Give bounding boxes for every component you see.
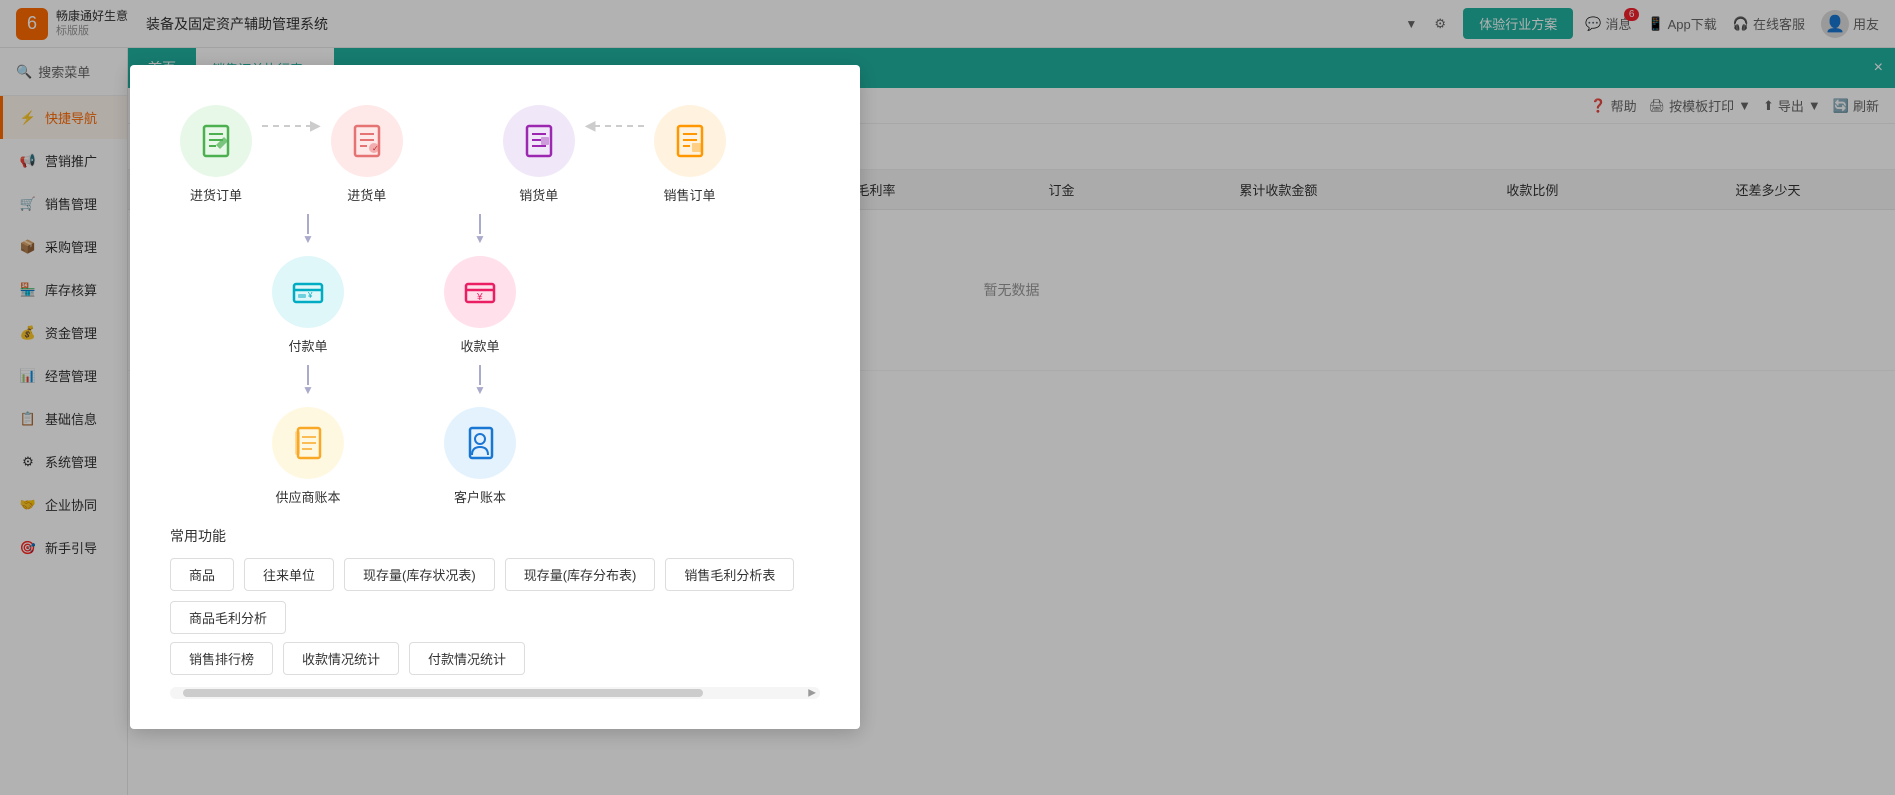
common-functions: 常用功能 商品 往来单位 现存量(库存状况表) 现存量(库存分布表) 销售毛利分… <box>170 526 820 675</box>
flow-row-3: 供应商账本 客户账本 <box>170 397 820 516</box>
arrow-down-payment: ▼ <box>262 214 354 246</box>
arrow-purchase-to-bill: ▶ <box>262 131 321 178</box>
purchase-bill-icon: ✓ <box>331 105 403 177</box>
func-btn-stock-status[interactable]: 现存量(库存状况表) <box>344 558 495 591</box>
overlay[interactable]: 进货订单 ▶ ✓ 进货单 <box>0 0 1895 795</box>
func-btn-sales-rank[interactable]: 销售排行榜 <box>170 642 273 675</box>
func-btn-stock-dist[interactable]: 现存量(库存分布表) <box>505 558 656 591</box>
flow-row-arrows: ▼ ▼ <box>170 214 820 246</box>
sale-bill-label: 销货单 <box>519 185 558 204</box>
arrow-down-customer: ▼ <box>434 365 526 397</box>
func-btn-counterpart[interactable]: 往来单位 <box>244 558 334 591</box>
payment-label: 付款单 <box>288 336 327 355</box>
scroll-right-arrow[interactable]: ▶ <box>808 688 816 699</box>
popup-scrollbar[interactable]: ▶ <box>170 687 820 699</box>
scrollbar-thumb <box>183 689 703 697</box>
flow-node-sale-order[interactable]: 销售订单 <box>644 95 736 214</box>
payment-icon: ¥ <box>272 256 344 328</box>
func-btn-product-margin[interactable]: 商品毛利分析 <box>170 601 286 634</box>
func-btn-receipt-stats[interactable]: 收款情况统计 <box>283 642 399 675</box>
func-btn-product[interactable]: 商品 <box>170 558 234 591</box>
flow-row-1: 进货订单 ▶ ✓ 进货单 <box>170 95 820 214</box>
svg-text:¥: ¥ <box>476 292 483 303</box>
arrow-down-receipt: ▼ <box>434 214 526 246</box>
purchase-order-icon <box>180 105 252 177</box>
customer-ledger-label: 客户账本 <box>454 487 506 506</box>
purchase-order-label: 进货订单 <box>190 185 242 204</box>
flow-node-sale-bill[interactable]: 销货单 <box>493 95 585 214</box>
supplier-ledger-label: 供应商账本 <box>275 487 340 506</box>
sale-order-label: 销售订单 <box>664 185 716 204</box>
flow-node-supplier-ledger[interactable]: 供应商账本 <box>262 397 354 516</box>
sale-order-icon <box>654 105 726 177</box>
arrow-sale-order-to-bill: ◀ <box>585 131 644 178</box>
receipt-label: 收款单 <box>460 336 499 355</box>
flow-node-purchase-bill[interactable]: ✓ 进货单 <box>321 95 413 214</box>
quick-nav-popup: 进货订单 ▶ ✓ 进货单 <box>130 65 860 729</box>
func-btns-row2: 销售排行榜 收款情况统计 付款情况统计 <box>170 642 820 675</box>
flow-node-purchase-order[interactable]: 进货订单 <box>170 95 262 214</box>
flow-row-2: ¥ 付款单 ¥ 收款单 <box>170 246 820 365</box>
arrow-down-supplier: ▼ <box>262 365 354 397</box>
svg-text:✓: ✓ <box>372 144 379 153</box>
sale-bill-icon <box>503 105 575 177</box>
flow-node-customer-ledger[interactable]: 客户账本 <box>434 397 526 516</box>
common-func-title: 常用功能 <box>170 526 820 546</box>
supplier-ledger-icon <box>272 407 344 479</box>
flow-diagram: 进货订单 ▶ ✓ 进货单 <box>170 95 820 516</box>
purchase-bill-label: 进货单 <box>347 185 386 204</box>
svg-text:¥: ¥ <box>307 291 313 300</box>
customer-ledger-icon <box>444 407 516 479</box>
flow-node-payment[interactable]: ¥ 付款单 <box>262 246 354 365</box>
flow-row-arrows2: ▼ ▼ <box>170 365 820 397</box>
func-btn-payment-stats[interactable]: 付款情况统计 <box>409 642 525 675</box>
func-btn-sales-margin[interactable]: 销售毛利分析表 <box>665 558 794 591</box>
receipt-icon: ¥ <box>444 256 516 328</box>
flow-node-receipt[interactable]: ¥ 收款单 <box>434 246 526 365</box>
func-btns-row1: 商品 往来单位 现存量(库存状况表) 现存量(库存分布表) 销售毛利分析表 商品… <box>170 558 820 634</box>
